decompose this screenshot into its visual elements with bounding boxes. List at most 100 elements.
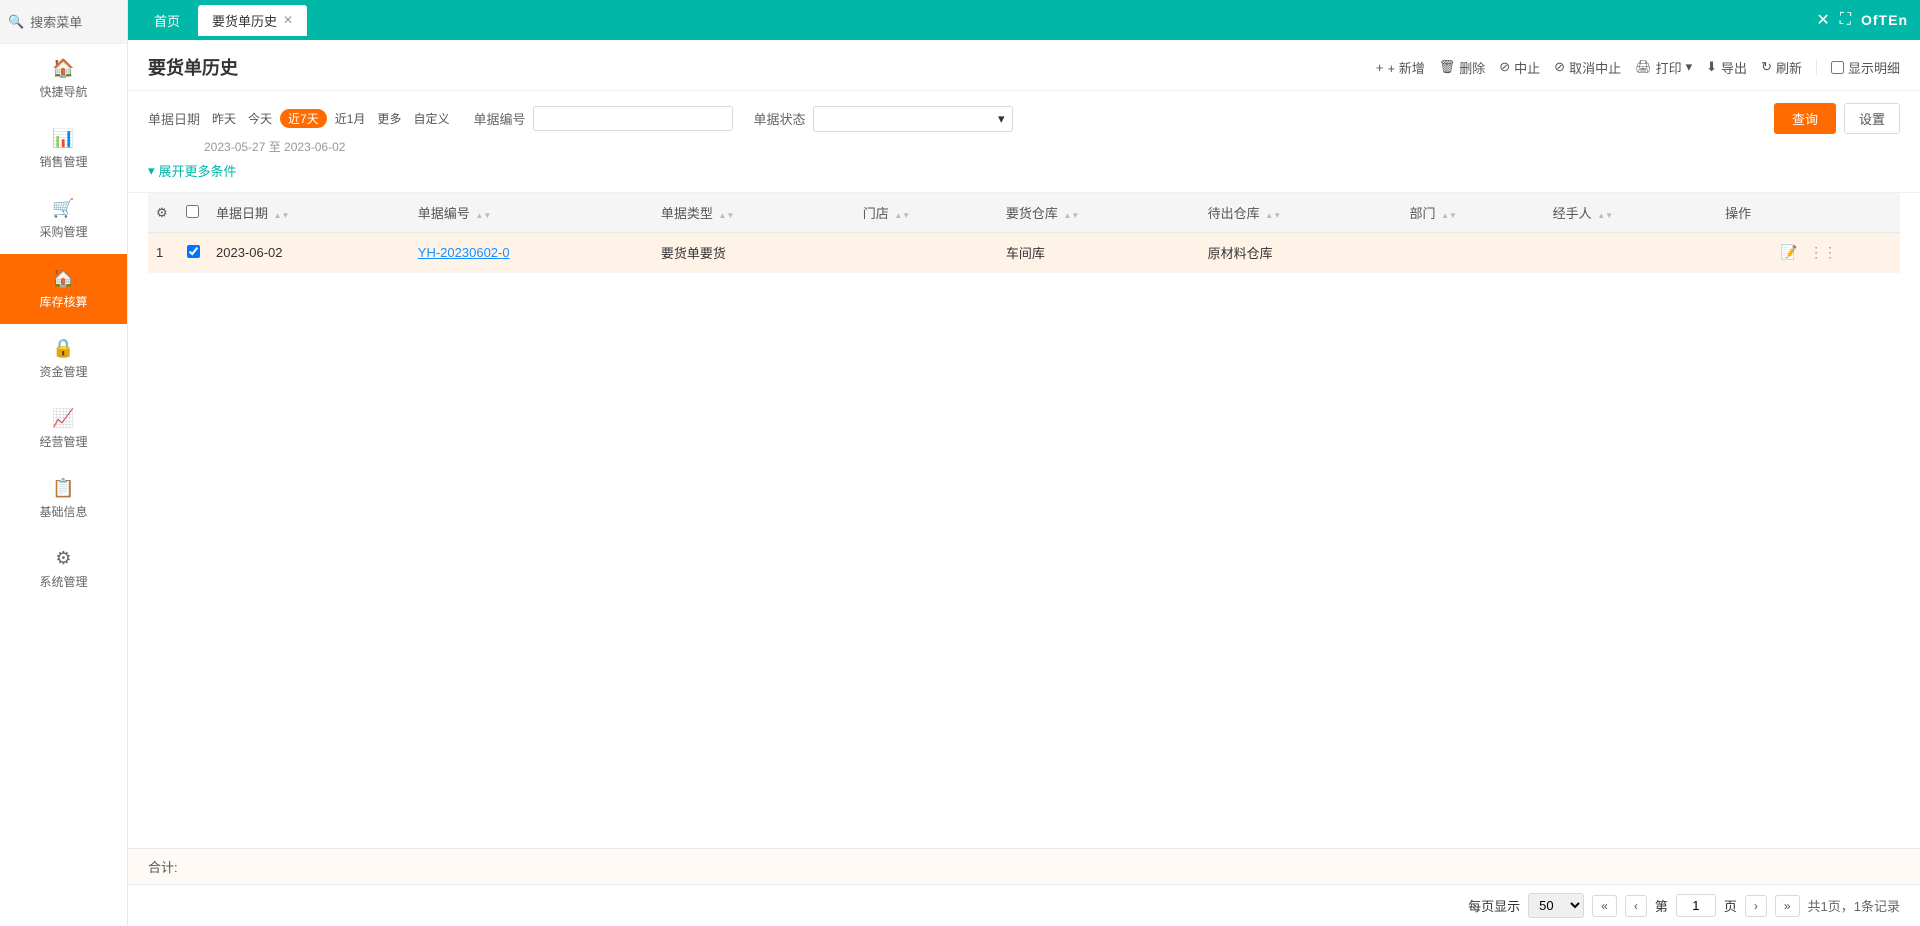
cell-no[interactable]: YH-20230602-0: [410, 233, 653, 273]
date-shortcut-yesterday[interactable]: 昨天: [208, 109, 240, 128]
export-button[interactable]: ⬇ 导出: [1706, 58, 1747, 77]
sidebar-item-label: 销售管理: [39, 153, 87, 170]
date-filter: 单据日期 昨天 今天 近7天 近1月 更多 自定义: [148, 109, 453, 128]
col-type[interactable]: 单据类型 ▲▼: [653, 193, 855, 233]
col-req-warehouse[interactable]: 要货仓库 ▲▼: [998, 193, 1200, 233]
print-icon: 🖨: [1635, 59, 1652, 75]
pagination: 每页显示 102050100 « ‹ 第 页 › » 共1页，1条记录: [128, 884, 1920, 926]
table-head: ⚙ 单据日期 ▲▼ 单据编号 ▲▼ 单据类型: [148, 193, 1900, 233]
col-handler[interactable]: 经手人 ▲▼: [1545, 193, 1717, 233]
print-button[interactable]: 🖨 打印 ▾: [1635, 58, 1692, 77]
content-area: 要货单历史 + + 新增 🗑 删除 ⊘ 中止 ⊘ 取消中止: [128, 40, 1920, 926]
delete-label: 删除: [1459, 58, 1485, 77]
order-no-input[interactable]: [533, 106, 733, 131]
refresh-button[interactable]: ↻ 刷新: [1761, 58, 1802, 77]
sidebar-item-sales[interactable]: 📊 销售管理: [0, 114, 127, 184]
page-size-select[interactable]: 102050100: [1528, 893, 1584, 918]
date-shortcut-custom[interactable]: 自定义: [409, 109, 453, 128]
expand-more-btn[interactable]: ▾ 展开更多条件: [148, 161, 1900, 180]
cell-checkbox[interactable]: [178, 233, 208, 273]
stop-button[interactable]: ⊘ 中止: [1499, 58, 1540, 77]
tab-close-icon[interactable]: ✕: [283, 13, 293, 27]
col-no[interactable]: 单据编号 ▲▼: [410, 193, 653, 233]
row-checkbox[interactable]: [187, 245, 200, 258]
date-shortcuts: 昨天 今天 近7天 近1月 更多 自定义: [208, 109, 453, 128]
col-req-warehouse-label: 要货仓库: [1006, 206, 1058, 221]
expand-label: 展开更多条件: [159, 161, 237, 180]
date-shortcut-1month[interactable]: 近1月: [331, 109, 370, 128]
sort-arrows-req-warehouse: ▲▼: [1064, 211, 1080, 220]
refresh-icon: ↻: [1761, 59, 1772, 75]
row-edit-btn[interactable]: 📝: [1776, 242, 1801, 263]
page-input[interactable]: [1676, 894, 1716, 917]
sidebar-item-purchase[interactable]: 🛒 采购管理: [0, 184, 127, 254]
sort-arrows-handler: ▲▼: [1597, 211, 1613, 220]
first-page-btn[interactable]: «: [1592, 895, 1617, 917]
close-window-icon[interactable]: ✕: [1816, 10, 1829, 30]
cell-pending-warehouse: 原材料仓库: [1200, 233, 1402, 273]
col-settings[interactable]: ⚙: [148, 193, 178, 233]
sidebar-item-finance[interactable]: 🔒 资金管理: [0, 324, 127, 394]
sales-icon: 📊: [52, 128, 74, 149]
next-page-btn[interactable]: ›: [1745, 895, 1767, 917]
prev-page-btn[interactable]: ‹: [1625, 895, 1647, 917]
topbar: 首页 要货单历史 ✕ ✕ ⛶ OfTEn: [128, 0, 1920, 40]
sidebar-item-label: 资金管理: [39, 363, 87, 380]
filter-row: 单据日期 昨天 今天 近7天 近1月 更多 自定义 单据编号: [148, 103, 1900, 134]
last-page-btn[interactable]: »: [1775, 895, 1800, 917]
sidebar-item-quick-nav[interactable]: 🏠 快捷导航: [0, 44, 127, 114]
col-store[interactable]: 门店 ▲▼: [855, 193, 998, 233]
toolbar: + + 新增 🗑 删除 ⊘ 中止 ⊘ 取消中止 🖨 打印: [1376, 58, 1900, 77]
order-no-link[interactable]: YH-20230602-0: [418, 245, 510, 260]
tab-home[interactable]: 首页: [140, 5, 194, 36]
status-select[interactable]: ▾: [813, 106, 1013, 132]
tab-order-history[interactable]: 要货单历史 ✕: [198, 5, 307, 36]
sidebar-item-label: 经营管理: [39, 433, 87, 450]
sidebar-item-operation[interactable]: 📈 经营管理: [0, 394, 127, 464]
table-row[interactable]: 1 2023-06-02 YH-20230602-0 要货单要货 车间库 原材料…: [148, 233, 1900, 273]
fullscreen-icon[interactable]: ⛶: [1840, 11, 1851, 29]
cell-handler: [1545, 233, 1717, 273]
delete-button[interactable]: 🗑 删除: [1439, 58, 1486, 77]
date-shortcut-7days[interactable]: 近7天: [280, 109, 327, 128]
col-type-label: 单据类型: [661, 206, 713, 221]
setting-button[interactable]: 设置: [1844, 103, 1900, 134]
per-page-label: 每页显示: [1468, 896, 1520, 915]
display-detail-input[interactable]: [1831, 61, 1844, 74]
sidebar-search[interactable]: 🔍 搜索菜单: [0, 0, 127, 44]
cancel-stop-button[interactable]: ⊘ 取消中止: [1554, 58, 1621, 77]
add-button[interactable]: + + 新增: [1376, 58, 1425, 77]
row-more-btn[interactable]: ⋮⋮: [1805, 242, 1841, 263]
refresh-label: 刷新: [1776, 58, 1802, 77]
sidebar-item-system[interactable]: ⚙ 系统管理: [0, 534, 127, 604]
sidebar-item-label: 库存核算: [39, 293, 87, 310]
cell-action: 📝 ⋮⋮: [1717, 233, 1900, 273]
col-action: 操作: [1717, 193, 1900, 233]
home-icon: 🏠: [52, 58, 74, 79]
status-chevron-icon: ▾: [998, 111, 1005, 127]
system-icon: ⚙: [55, 548, 71, 569]
select-all-checkbox[interactable]: [186, 205, 199, 218]
date-shortcut-today[interactable]: 今天: [244, 109, 276, 128]
date-shortcut-more[interactable]: 更多: [373, 109, 405, 128]
main-area: 首页 要货单历史 ✕ ✕ ⛶ OfTEn 要货单历史 + + 新增 🗑 删除: [128, 0, 1920, 926]
order-no-label: 单据编号: [473, 109, 525, 128]
page-suffix: 页: [1724, 896, 1737, 915]
sidebar-item-label: 采购管理: [39, 223, 87, 240]
print-chevron-icon: ▾: [1686, 59, 1693, 75]
cell-dept: [1401, 233, 1544, 273]
col-checkbox[interactable]: [178, 193, 208, 233]
col-pending-warehouse[interactable]: 待出仓库 ▲▼: [1200, 193, 1402, 233]
topbar-right: ✕ ⛶ OfTEn: [1816, 10, 1908, 30]
col-dept[interactable]: 部门 ▲▼: [1401, 193, 1544, 233]
sort-arrows-pending: ▲▼: [1265, 211, 1281, 220]
col-date[interactable]: 单据日期 ▲▼: [208, 193, 410, 233]
display-detail-checkbox[interactable]: 显示明细: [1831, 58, 1900, 77]
sidebar-item-inventory[interactable]: 🏠 库存核算: [0, 254, 127, 324]
col-no-label: 单据编号: [418, 206, 470, 221]
sidebar-item-basic[interactable]: 📋 基础信息: [0, 464, 127, 534]
sort-arrows-type: ▲▼: [719, 211, 735, 220]
query-button[interactable]: 查询: [1774, 103, 1836, 134]
page-header: 要货单历史 + + 新增 🗑 删除 ⊘ 中止 ⊘ 取消中止: [128, 40, 1920, 91]
order-no-filter: 单据编号: [473, 106, 733, 131]
